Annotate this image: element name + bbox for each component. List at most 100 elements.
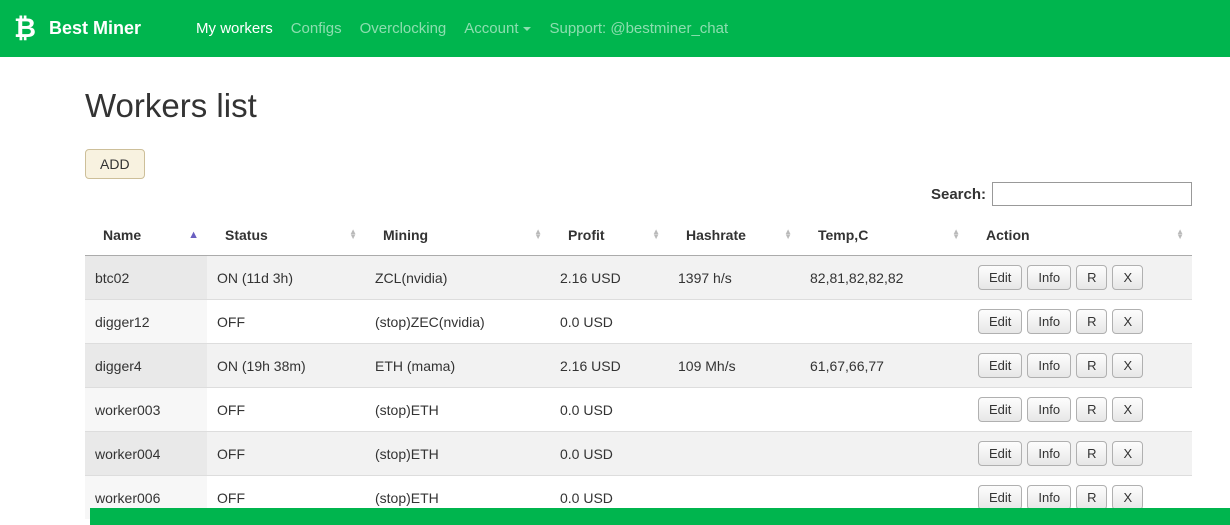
delete-button[interactable]: X xyxy=(1112,353,1144,378)
cell-action: Edit Info R X xyxy=(968,387,1192,432)
cell-action: Edit Info R X xyxy=(968,255,1192,300)
delete-button[interactable]: X xyxy=(1112,309,1144,334)
column-label: Action xyxy=(986,227,1030,243)
cell-temp: 82,81,82,82,82 xyxy=(800,255,968,300)
footer-bar xyxy=(90,508,1230,525)
sort-both-icon: ▲ ▼ xyxy=(652,227,660,241)
delete-button[interactable]: X xyxy=(1112,485,1144,510)
cell-name: worker004 xyxy=(85,431,207,476)
cell-action: Edit Info R X xyxy=(968,343,1192,388)
table-header: Name ▲ Status ▲ ▼ Mining ▲ ▼ Profit ▲ ▼ Hashrate ▲ ▼ T… xyxy=(85,215,1192,256)
column-header-profit[interactable]: Profit ▲ ▼ xyxy=(550,215,668,256)
cell-profit: 2.16 USD xyxy=(550,343,668,388)
search-label: Search: xyxy=(930,185,986,203)
sort-both-icon: ▲ ▼ xyxy=(784,227,792,241)
column-label: Mining xyxy=(383,227,429,243)
cell-profit: 0.0 USD xyxy=(550,299,668,344)
cell-action: Edit Info R X xyxy=(968,299,1192,344)
restart-button[interactable]: R xyxy=(1076,485,1108,510)
nav-item-my-workers[interactable]: My workers xyxy=(187,12,282,45)
column-label: Status xyxy=(225,227,268,243)
column-label: Name xyxy=(103,227,142,243)
column-header-temp-c[interactable]: Temp,C ▲ ▼ xyxy=(800,215,968,256)
page-title: Workers list xyxy=(85,87,257,124)
restart-button[interactable]: R xyxy=(1076,397,1108,422)
cell-temp: 61,67,66,77 xyxy=(800,343,968,388)
info-button[interactable]: Info xyxy=(1027,265,1072,290)
cell-action: Edit Info R X xyxy=(968,431,1192,476)
cell-temp xyxy=(800,387,968,432)
cell-profit: 0.0 USD xyxy=(550,387,668,432)
table-body: btc02 ON (11d 3h) ZCL(nvidia) 2.16 USD 1397 … xyxy=(85,255,1192,519)
brand[interactable]: ₿ Best Miner xyxy=(14,15,141,42)
info-button[interactable]: Info xyxy=(1027,485,1072,510)
cell-mining: ETH (mama) xyxy=(365,343,550,388)
column-header-hashrate[interactable]: Hashrate ▲ ▼ xyxy=(668,215,800,256)
column-header-mining[interactable]: Mining ▲ ▼ xyxy=(365,215,550,256)
info-button[interactable]: Info xyxy=(1027,397,1072,422)
edit-button[interactable]: Edit xyxy=(978,353,1023,378)
column-header-action[interactable]: Action ▲ ▼ xyxy=(968,215,1192,256)
main-nav: My workers Configs Overclocking Account Supp… xyxy=(187,12,737,45)
restart-button[interactable]: R xyxy=(1076,265,1108,290)
nav-item-support-bestminer-chat[interactable]: Support: @bestminer_chat xyxy=(540,12,737,45)
cell-status: ON (11d 3h) xyxy=(207,255,365,300)
column-header-status[interactable]: Status ▲ ▼ xyxy=(207,215,365,256)
restart-button[interactable]: R xyxy=(1076,309,1108,334)
search-input[interactable] xyxy=(992,182,1192,206)
sort-ascending-icon: ▲ xyxy=(188,229,199,241)
sort-both-icon: ▲ ▼ xyxy=(349,227,357,241)
nav-item-account[interactable]: Account xyxy=(455,12,540,45)
edit-button[interactable]: Edit xyxy=(978,265,1023,290)
cell-status: OFF xyxy=(207,431,365,476)
cell-temp xyxy=(800,299,968,344)
cell-name: digger12 xyxy=(85,299,207,344)
edit-button[interactable]: Edit xyxy=(978,441,1023,466)
sort-both-icon: ▲ ▼ xyxy=(534,227,542,241)
table-row: worker004 OFF (stop)ETH 0.0 USD Edit Info R X xyxy=(85,431,1192,476)
top-navbar: ₿ Best Miner My workers Configs Overclocki… xyxy=(0,0,1230,57)
cell-temp xyxy=(800,431,968,476)
cell-status: OFF xyxy=(207,387,365,432)
edit-button[interactable]: Edit xyxy=(978,309,1023,334)
restart-button[interactable]: R xyxy=(1076,353,1108,378)
cell-name: worker003 xyxy=(85,387,207,432)
restart-button[interactable]: R xyxy=(1076,441,1108,466)
workers-table: Name ▲ Status ▲ ▼ Mining ▲ ▼ Profit ▲ ▼ Hashrate ▲ ▼ T… xyxy=(85,215,1192,519)
cell-hashrate xyxy=(668,299,800,344)
cell-hashrate: 109 Mh/s xyxy=(668,343,800,388)
sort-both-icon: ▲ ▼ xyxy=(1176,227,1184,241)
cell-mining: (stop)ETH xyxy=(365,431,550,476)
bitcoin-logo-icon: ₿ xyxy=(14,13,37,43)
content-container: Workers list ADD Search: Name ▲ Status ▲ ▼ Mi… xyxy=(85,87,1192,519)
nav-item-overclocking[interactable]: Overclocking xyxy=(351,12,456,45)
cell-profit: 2.16 USD xyxy=(550,255,668,300)
column-label: Profit xyxy=(568,227,605,243)
table-row: digger4 ON (19h 38m) ETH (mama) 2.16 USD 109… xyxy=(85,343,1192,388)
add-worker-button[interactable]: ADD xyxy=(85,149,145,179)
delete-button[interactable]: X xyxy=(1112,265,1144,290)
edit-button[interactable]: Edit xyxy=(978,397,1023,422)
column-label: Temp,C xyxy=(818,227,869,243)
cell-profit: 0.0 USD xyxy=(550,431,668,476)
table-row: worker003 OFF (stop)ETH 0.0 USD Edit Info R X xyxy=(85,387,1192,432)
info-button[interactable]: Info xyxy=(1027,309,1072,334)
delete-button[interactable]: X xyxy=(1112,441,1144,466)
cell-status: ON (19h 38m) xyxy=(207,343,365,388)
brand-name: Best Miner xyxy=(49,18,142,38)
table-row: digger12 OFF (stop)ZEC(nvidia) 0.0 USD Edit I… xyxy=(85,299,1192,344)
edit-button[interactable]: Edit xyxy=(978,485,1023,510)
nav-item-configs[interactable]: Configs xyxy=(282,12,351,45)
cell-mining: (stop)ZEC(nvidia) xyxy=(365,299,550,344)
sort-both-icon: ▲ ▼ xyxy=(952,227,960,241)
cell-name: btc02 xyxy=(85,255,207,300)
column-header-name[interactable]: Name ▲ xyxy=(85,215,207,256)
cell-mining: ZCL(nvidia) xyxy=(365,255,550,300)
info-button[interactable]: Info xyxy=(1027,441,1072,466)
delete-button[interactable]: X xyxy=(1112,397,1144,422)
table-row: btc02 ON (11d 3h) ZCL(nvidia) 2.16 USD 1397 … xyxy=(85,255,1192,300)
search-bar: Search: xyxy=(85,182,1192,206)
table-header-row: Name ▲ Status ▲ ▼ Mining ▲ ▼ Profit ▲ ▼ Hashrate ▲ ▼ T… xyxy=(85,215,1192,256)
info-button[interactable]: Info xyxy=(1027,353,1072,378)
caret-down-icon xyxy=(523,27,532,32)
